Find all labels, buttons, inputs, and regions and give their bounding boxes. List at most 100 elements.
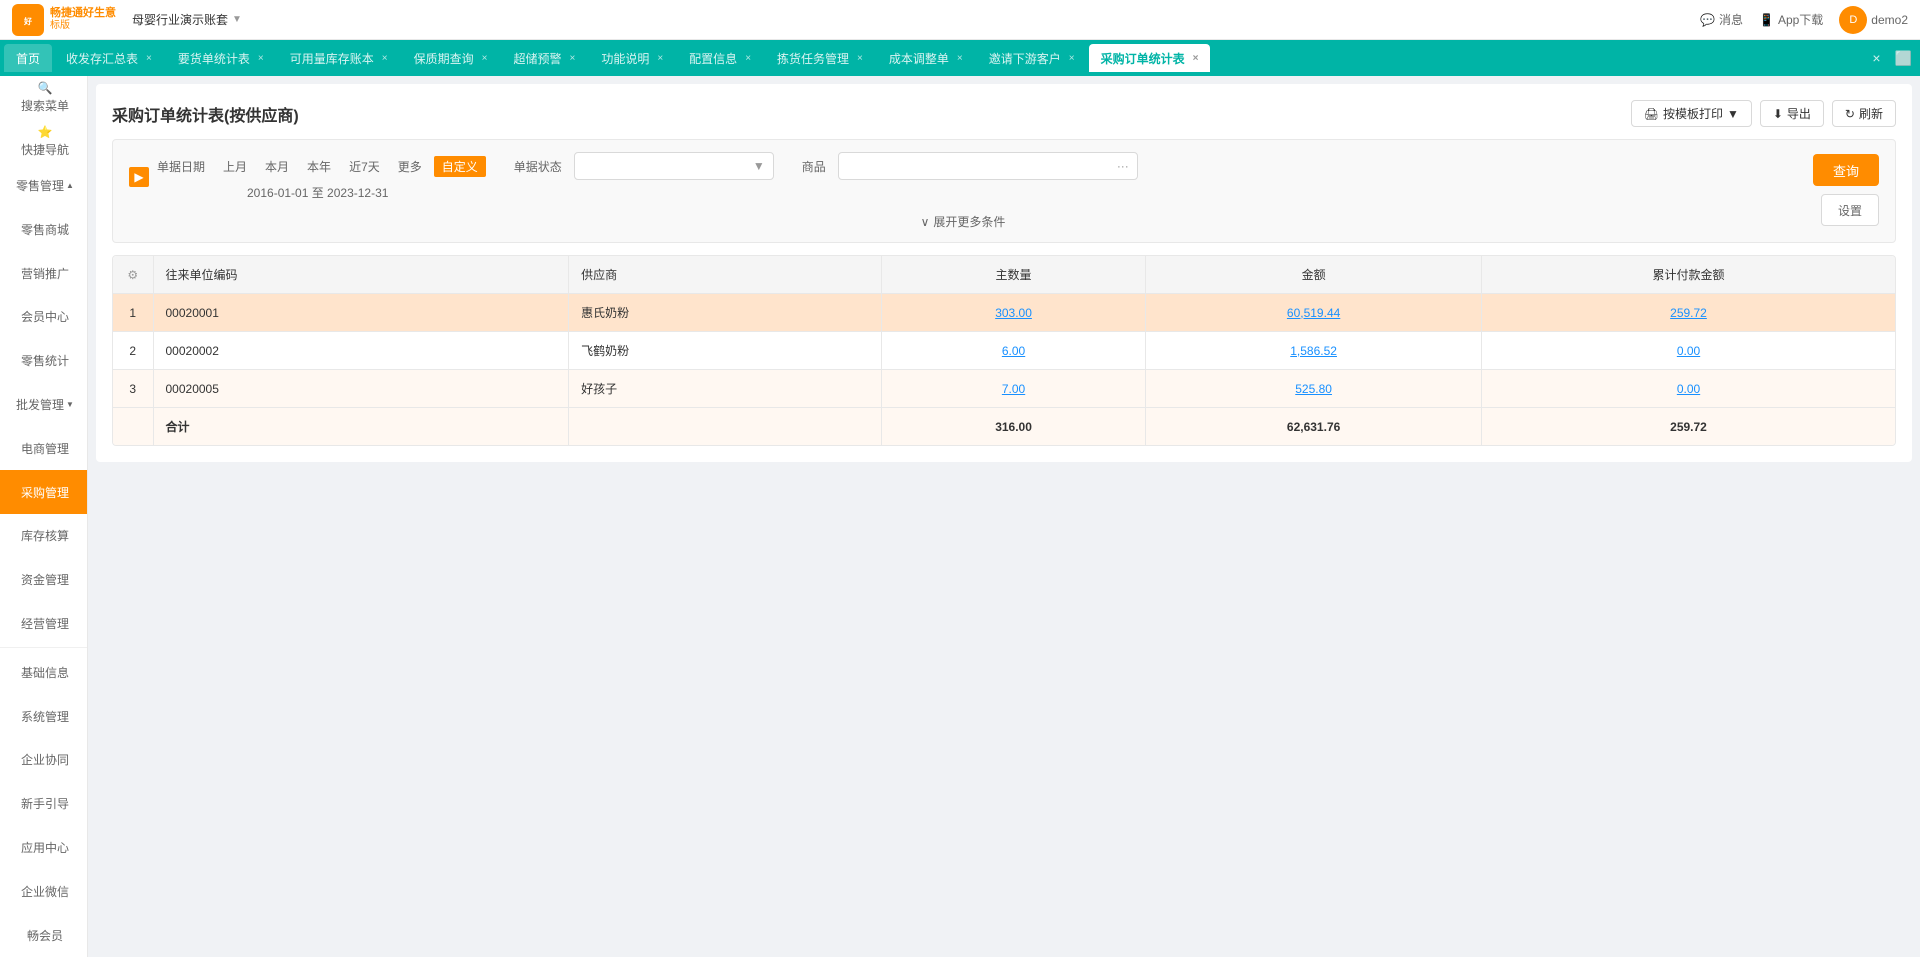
sidebar-lingstat-label: 零售统计 bbox=[21, 352, 69, 369]
export-button[interactable]: ⬇ 导出 bbox=[1760, 100, 1824, 127]
tab-keyongl[interactable]: 可用量库存账本 × bbox=[278, 44, 400, 72]
row-amount: 525.80 bbox=[1146, 370, 1482, 408]
tab-peizhi-close[interactable]: × bbox=[745, 53, 751, 64]
sidebar-item-zijin[interactable]: 资金管理 bbox=[0, 558, 87, 602]
print-button[interactable]: 🖨 按模板打印 ▼ bbox=[1631, 100, 1752, 127]
tab-home[interactable]: 首页 bbox=[4, 44, 52, 72]
tab-chaochun[interactable]: 超储预警 × bbox=[501, 44, 587, 72]
shortcut-last-month[interactable]: 上月 bbox=[217, 156, 253, 177]
data-table-wrapper: ⚙ 往来单位编码 供应商 主数量 金额 累计付款金额 1 00020001 惠氏… bbox=[112, 255, 1896, 446]
tab-gongneng-close[interactable]: × bbox=[657, 53, 663, 64]
tab-baozhi-close[interactable]: × bbox=[482, 53, 488, 64]
tab-gongneng-label: 功能说明 bbox=[601, 50, 649, 67]
query-button[interactable]: 查询 bbox=[1813, 154, 1879, 186]
table-header-row: ⚙ 往来单位编码 供应商 主数量 金额 累计付款金额 bbox=[113, 256, 1895, 294]
tab-chengben-close[interactable]: × bbox=[957, 53, 963, 64]
tab-shoufax-close[interactable]: × bbox=[146, 53, 152, 64]
tab-yaohuo-close[interactable]: × bbox=[258, 53, 264, 64]
sidebar-yingxiao-label: 营销推广 bbox=[21, 265, 69, 282]
expand-more-button[interactable]: ∨ 展开更多条件 bbox=[921, 213, 1006, 230]
sidebar-item-lingshou[interactable]: 零售管理 ▲ bbox=[0, 164, 87, 208]
breadcrumb: 母婴行业演示账套 ▼ bbox=[132, 11, 242, 28]
tab-baozhi[interactable]: 保质期查询 × bbox=[402, 44, 500, 72]
sidebar-item-search[interactable]: 🔍 搜索菜单 bbox=[0, 76, 87, 120]
column-settings-icon[interactable]: ⚙ bbox=[127, 268, 138, 282]
tab-peizhi[interactable]: 配置信息 × bbox=[677, 44, 763, 72]
sidebar-lingshous-label: 零售商城 bbox=[21, 221, 69, 238]
message-label: 消息 bbox=[1719, 11, 1743, 28]
tab-chengben[interactable]: 成本调整单 × bbox=[877, 44, 975, 72]
footer-empty-2 bbox=[569, 408, 882, 446]
sidebar-item-caigou[interactable]: 采购管理 bbox=[0, 470, 87, 514]
tab-keyongl-label: 可用量库存账本 bbox=[290, 50, 374, 67]
status-select[interactable]: ▼ bbox=[574, 152, 774, 180]
filter-toggle-button[interactable]: ▶ bbox=[129, 167, 149, 187]
tab-keyongl-close[interactable]: × bbox=[382, 53, 388, 64]
sidebar-xitong-label: 系统管理 bbox=[21, 708, 69, 725]
tab-gongneng[interactable]: 功能说明 × bbox=[589, 44, 675, 72]
tab-yaoqing-close[interactable]: × bbox=[1069, 53, 1075, 64]
tab-yaohuo[interactable]: 要货单统计表 × bbox=[166, 44, 276, 72]
table-row[interactable]: 3 00020005 好孩子 7.00 525.80 0.00 bbox=[113, 370, 1895, 408]
svg-text:好: 好 bbox=[23, 16, 32, 26]
refresh-button[interactable]: ↻ 刷新 bbox=[1832, 100, 1896, 127]
sidebar-item-jichu[interactable]: 基础信息 bbox=[0, 650, 87, 694]
sidebar-item-huiyuan[interactable]: 会员中心 bbox=[0, 295, 87, 339]
restore-window-button[interactable]: ⬜ bbox=[1891, 48, 1916, 69]
sidebar-item-jingying[interactable]: 经营管理 bbox=[0, 602, 87, 646]
tab-caigou[interactable]: 采购订单统计表 × bbox=[1089, 44, 1211, 72]
sidebar-item-qiyeweixin[interactable]: 企业微信 bbox=[0, 869, 87, 913]
custom-date-badge[interactable]: 自定义 bbox=[434, 156, 486, 177]
tab-yaoqing[interactable]: 邀请下游客户 × bbox=[977, 44, 1087, 72]
sidebar-item-kucun[interactable]: 库存核算 bbox=[0, 514, 87, 558]
page-container: 采购订单统计表(按供应商) 🖨 按模板打印 ▼ ⬇ 导出 ↻ 刷新 bbox=[96, 84, 1912, 462]
top-bar-left: 好 畅捷通好生意 标版 母婴行业演示账套 ▼ bbox=[12, 4, 242, 36]
shortcut-7days[interactable]: 近7天 bbox=[343, 156, 386, 177]
settings-button[interactable]: 设置 bbox=[1821, 194, 1879, 226]
table-row[interactable]: 1 00020001 惠氏奶粉 303.00 60,519.44 259.72 bbox=[113, 294, 1895, 332]
th-checkbox: ⚙ bbox=[113, 256, 153, 294]
page-actions: 🖨 按模板打印 ▼ ⬇ 导出 ↻ 刷新 bbox=[1631, 100, 1896, 127]
sidebar-kucun-label: 库存核算 bbox=[21, 527, 69, 544]
goods-select[interactable]: ··· bbox=[838, 152, 1138, 180]
sidebar-item-lingstat[interactable]: 零售统计 bbox=[0, 339, 87, 383]
sidebar-divider bbox=[0, 647, 87, 648]
table-row[interactable]: 2 00020002 飞鹤奶粉 6.00 1,586.52 0.00 bbox=[113, 332, 1895, 370]
row-seq: 2 bbox=[113, 332, 153, 370]
sidebar-item-xitong[interactable]: 系统管理 bbox=[0, 694, 87, 738]
sidebar-item-qiye[interactable]: 企业协同 bbox=[0, 738, 87, 782]
tab-pihuo[interactable]: 拣货任务管理 × bbox=[765, 44, 875, 72]
tab-pihuo-close[interactable]: × bbox=[857, 53, 863, 64]
sidebar-item-lingshous[interactable]: 零售商城 bbox=[0, 207, 87, 251]
phone-icon: 📱 bbox=[1759, 13, 1774, 27]
page-title: 采购订单统计表(按供应商) bbox=[112, 102, 299, 126]
footer-amount: 62,631.76 bbox=[1146, 408, 1482, 446]
shortcut-this-year[interactable]: 本年 bbox=[301, 156, 337, 177]
home-tab-label: 首页 bbox=[16, 50, 40, 67]
date-filter-label: 单据日期 bbox=[157, 158, 205, 175]
sidebar-yingyong-label: 应用中心 bbox=[21, 839, 69, 856]
shortcut-this-month[interactable]: 本月 bbox=[259, 156, 295, 177]
filter-row-date: ▶ 单据日期 上月 本月 本年 近7天 更多 bbox=[129, 152, 1797, 201]
tab-caigou-close[interactable]: × bbox=[1193, 53, 1199, 64]
sidebar-item-xinshou[interactable]: 新手引导 bbox=[0, 782, 87, 826]
sidebar-item-pifa[interactable]: 批发管理 ▼ bbox=[0, 383, 87, 427]
sidebar-item-kuaijie[interactable]: ⭐ 快捷导航 bbox=[0, 120, 87, 164]
message-button[interactable]: 💬 消息 bbox=[1700, 11, 1743, 28]
app-download-button[interactable]: 📱 App下载 bbox=[1759, 11, 1823, 28]
shortcut-more[interactable]: 更多 bbox=[392, 156, 428, 177]
tab-shoufax[interactable]: 收发存汇总表 × bbox=[54, 44, 164, 72]
sidebar-item-yingyong[interactable]: 应用中心 bbox=[0, 826, 87, 870]
footer-empty-1 bbox=[113, 408, 153, 446]
sidebar-item-dianshang[interactable]: 电商管理 bbox=[0, 426, 87, 470]
tab-chaochun-close[interactable]: × bbox=[569, 53, 575, 64]
close-all-tabs-button[interactable]: × bbox=[1868, 48, 1884, 68]
tab-baozhi-label: 保质期查询 bbox=[414, 50, 474, 67]
user-avatar-area[interactable]: D demo2 bbox=[1839, 6, 1908, 34]
th-paid: 累计付款金额 bbox=[1482, 256, 1895, 294]
sidebar-item-changhui[interactable]: 畅会员 bbox=[0, 913, 87, 957]
tab-caigou-label: 采购订单统计表 bbox=[1101, 50, 1185, 67]
sidebar-item-yingxiao[interactable]: 营销推广 bbox=[0, 251, 87, 295]
row-paid: 0.00 bbox=[1482, 370, 1895, 408]
sidebar: 🔍 搜索菜单 ⭐ 快捷导航 零售管理 ▲ 零售商城 营销推广 会员中心 零售统计… bbox=[0, 76, 88, 957]
